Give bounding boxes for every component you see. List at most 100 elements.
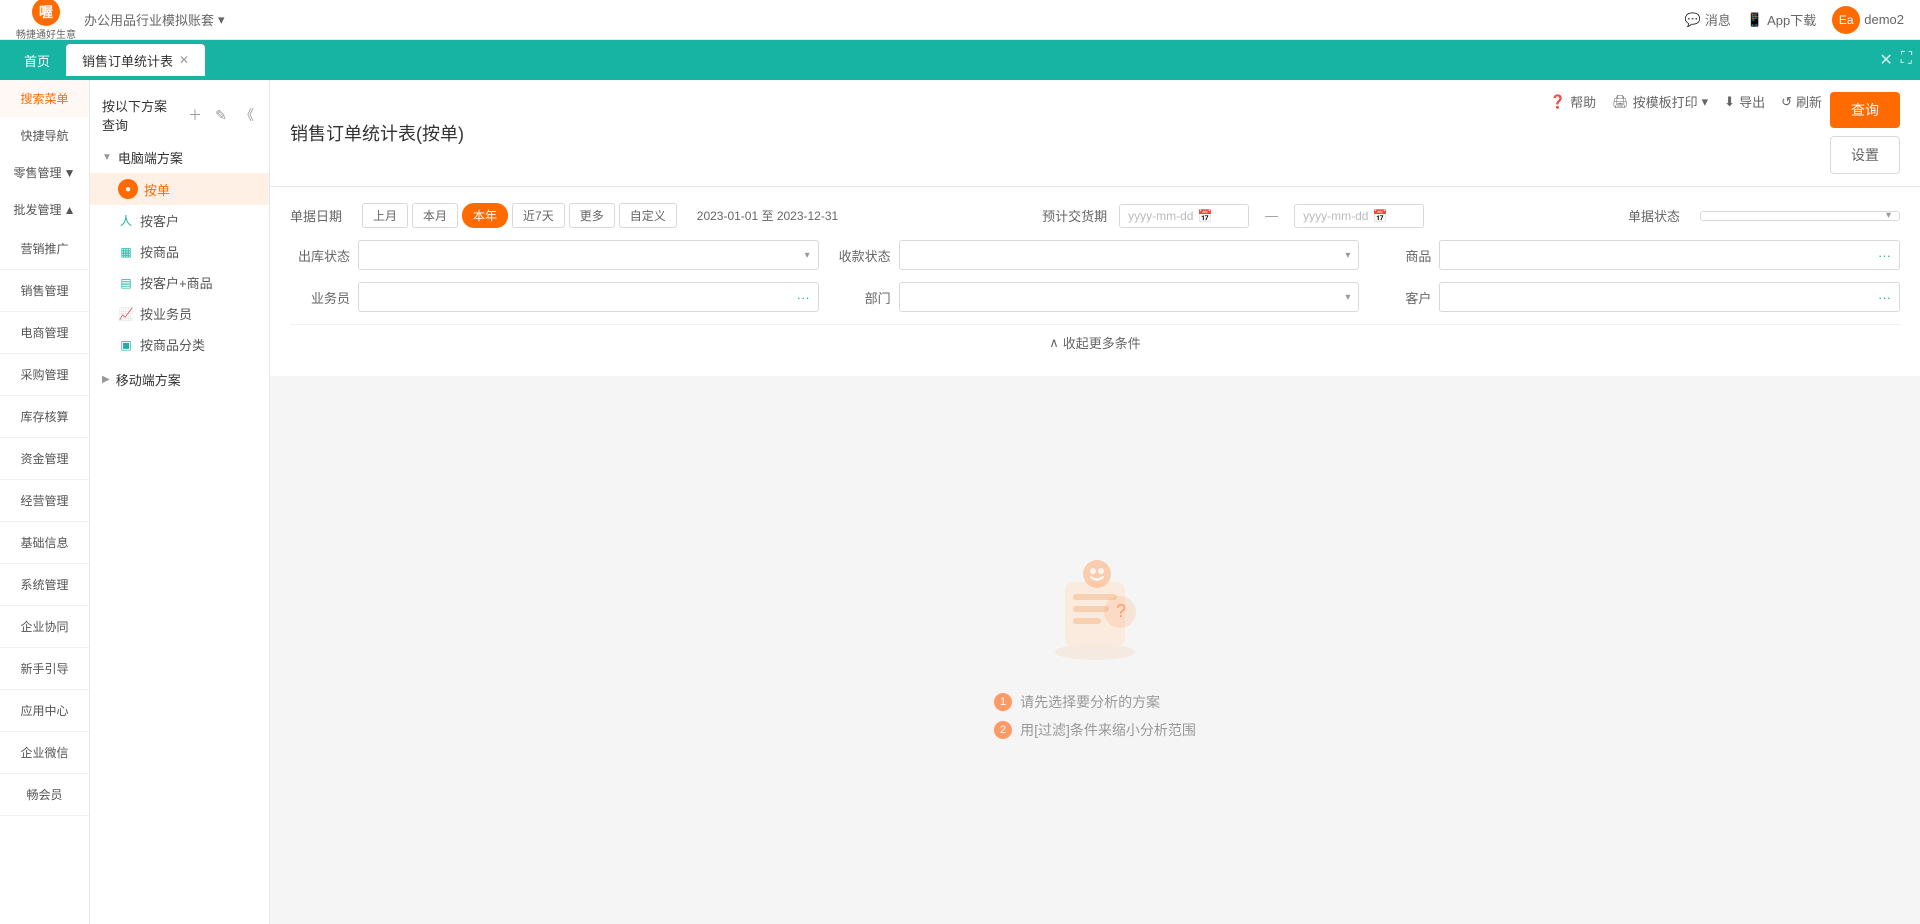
sidebar-item-operations-label: 经营管理	[20, 492, 68, 509]
sidebar-item-finance[interactable]: 资金管理	[0, 438, 89, 480]
date-shortcuts: 上月 本月 本年 近7天 更多 自定义	[362, 203, 677, 228]
tab-home[interactable]: 首页	[8, 44, 66, 76]
sidebar-item-wholesale[interactable]: 批发管理 ▲	[0, 191, 89, 228]
scheme-category-mobile[interactable]: ▶ 移动端方案	[90, 364, 269, 395]
sidebar-item-enterprise-label: 企业协同	[20, 618, 68, 635]
message-label: 消息	[1705, 10, 1731, 29]
scheme-item-by-customer[interactable]: 人 按客户	[90, 205, 269, 236]
sidebar-item-member-label: 畅会员	[26, 786, 62, 803]
scheme-item-salesperson-icon: 📈	[118, 306, 134, 322]
date-btn-this-month[interactable]: 本月	[412, 203, 458, 228]
print-action[interactable]: 🖨 按模板打印 ▾	[1612, 92, 1708, 111]
page-title: 销售订单统计表(按单)	[290, 120, 464, 146]
scheme-add-icon[interactable]: ＋	[185, 105, 205, 125]
scheme-header-title: 按以下方案查询	[102, 96, 179, 134]
user-item[interactable]: Ea demo2	[1832, 6, 1904, 34]
logo-text: 畅捷通好生意	[16, 26, 76, 41]
query-button[interactable]: 查询	[1830, 92, 1900, 128]
scheme-item-by-salesperson[interactable]: 📈 按业务员	[90, 298, 269, 329]
sidebar-item-retail-arrow: ▼	[64, 166, 76, 180]
hint-text-1: 请先选择要分析的方案	[1020, 692, 1160, 712]
workspace-label: 办公用品行业模拟账套	[84, 10, 214, 29]
scheme-header-icons: ＋ ✎ 《	[185, 105, 257, 125]
date-btn-custom[interactable]: 自定义	[619, 203, 677, 228]
sidebar-item-ecommerce[interactable]: 电商管理	[0, 312, 89, 354]
scheme-panel: 按以下方案查询 ＋ ✎ 《 ▼ 电脑端方案 ● 按单 人 按客户	[90, 80, 270, 924]
sidebar-item-purchase[interactable]: 采购管理	[0, 354, 89, 396]
payment-status-control[interactable]: ▾	[899, 240, 1360, 270]
tab-close-icon[interactable]: ✕	[179, 53, 189, 67]
sidebar-item-apps[interactable]: 应用中心	[0, 690, 89, 732]
sidebar-item-marketing[interactable]: 营销推广	[0, 228, 89, 270]
sidebar-item-wechat[interactable]: 企业微信	[0, 732, 89, 774]
scheme-collapse-icon[interactable]: 《	[237, 105, 257, 125]
date-btn-more[interactable]: 更多	[569, 203, 615, 228]
export-icon: ⬇	[1724, 94, 1735, 110]
filter-department: 部门 ▾	[831, 282, 1360, 312]
goods-control[interactable]: ···	[1439, 240, 1900, 270]
main-content: 销售订单统计表(按单) ❓ 帮助 🖨 按模板打印 ▾ ⬇	[270, 80, 1920, 924]
sidebar-item-member[interactable]: 畅会员	[0, 774, 89, 816]
goods-more-icon[interactable]: ···	[1878, 248, 1891, 263]
scheme-item-by-order[interactable]: ● 按单	[90, 173, 269, 205]
date-btn-this-year[interactable]: 本年	[462, 203, 508, 228]
sidebar-item-retail[interactable]: 零售管理 ▼	[0, 154, 89, 191]
workspace-selector[interactable]: 办公用品行业模拟账套 ▾	[84, 10, 225, 29]
empty-hint-2: 2 用[过滤]条件来缩小分析范围	[994, 720, 1196, 740]
scheme-item-customer-icon: 人	[118, 213, 134, 229]
filter-row-2: 出库状态 ▾ 收款状态 ▾ 商品	[290, 240, 1900, 270]
sidebar-item-newbie[interactable]: 新手引导	[0, 648, 89, 690]
app-download-label: App下载	[1767, 10, 1816, 29]
sidebar-search-menu[interactable]: 搜索菜单	[0, 80, 89, 117]
tab-sales-order-stats[interactable]: 销售订单统计表 ✕	[66, 44, 205, 76]
scheme-edit-icon[interactable]: ✎	[211, 105, 231, 125]
date-btn-last-7-days[interactable]: 近7天	[512, 203, 565, 228]
status-select[interactable]: ▾	[1700, 211, 1900, 221]
scheme-item-by-cust-goods-label: 按客户+商品	[140, 273, 213, 292]
collapse-bar[interactable]: ∧ 收起更多条件	[290, 324, 1900, 360]
filter-area: 单据日期 上月 本月 本年 近7天 更多 自定义 2023-01-01 至 20…	[270, 187, 1920, 376]
salesperson-more-icon[interactable]: ···	[797, 290, 810, 305]
workspace-arrow-icon: ▾	[218, 12, 225, 28]
export-action[interactable]: ⬇ 导出	[1724, 92, 1765, 111]
expected-start-placeholder: yyyy-mm-dd	[1128, 209, 1193, 223]
phone-icon: 📱	[1747, 12, 1763, 28]
settings-button[interactable]: 设置	[1830, 136, 1900, 174]
export-label: 导出	[1739, 92, 1765, 111]
tab-bar: 首页 销售订单统计表 ✕ ✕ ⛶	[0, 40, 1920, 80]
collapse-label: 收起更多条件	[1063, 333, 1141, 352]
sidebar-item-sales[interactable]: 销售管理	[0, 270, 89, 312]
filter-salesperson: 业务员 ···	[290, 282, 819, 312]
refresh-action[interactable]: ↺ 刷新	[1781, 92, 1822, 111]
hint-num-1: 1	[994, 693, 1012, 711]
top-bar-right: 💬 消息 📱 App下载 Ea demo2	[1685, 6, 1904, 34]
help-action[interactable]: ❓ 帮助	[1550, 92, 1596, 111]
sidebar-item-enterprise[interactable]: 企业协同	[0, 606, 89, 648]
scheme-category-desktop[interactable]: ▼ 电脑端方案	[90, 142, 269, 173]
scheme-item-by-goods[interactable]: ▦ 按商品	[90, 236, 269, 267]
expected-delivery-end-input[interactable]: yyyy-mm-dd 📅	[1294, 204, 1424, 228]
sidebar-item-basics[interactable]: 基础信息	[0, 522, 89, 564]
scheme-item-by-category[interactable]: ▣ 按商品分类	[90, 329, 269, 360]
sidebar-item-operations[interactable]: 经营管理	[0, 480, 89, 522]
department-control[interactable]: ▾	[899, 282, 1360, 312]
window-maximize-btn[interactable]: ⛶	[1901, 50, 1912, 70]
sidebar-item-system[interactable]: 系统管理	[0, 564, 89, 606]
out-status-control[interactable]: ▾	[358, 240, 819, 270]
help-icon: ❓	[1550, 94, 1566, 110]
scheme-item-by-cust-goods[interactable]: ▤ 按客户+商品	[90, 267, 269, 298]
filter-payment-status: 收款状态 ▾	[831, 240, 1360, 270]
customer-control[interactable]: ···	[1439, 282, 1900, 312]
sidebar-quick-nav[interactable]: 快捷导航	[0, 117, 89, 154]
window-close-btn[interactable]: ✕	[1879, 50, 1892, 70]
sidebar-item-inventory[interactable]: 库存核算	[0, 396, 89, 438]
message-item[interactable]: 💬 消息	[1685, 10, 1731, 29]
expected-delivery-start-input[interactable]: yyyy-mm-dd 📅	[1119, 204, 1249, 228]
app-download-item[interactable]: 📱 App下载	[1747, 10, 1816, 29]
salesperson-control[interactable]: ···	[358, 282, 819, 312]
payment-status-label: 收款状态	[831, 246, 891, 265]
date-btn-last-month[interactable]: 上月	[362, 203, 408, 228]
message-icon: 💬	[1685, 12, 1701, 28]
customer-more-icon[interactable]: ···	[1878, 290, 1891, 305]
scheme-item-by-category-label: 按商品分类	[140, 335, 205, 354]
